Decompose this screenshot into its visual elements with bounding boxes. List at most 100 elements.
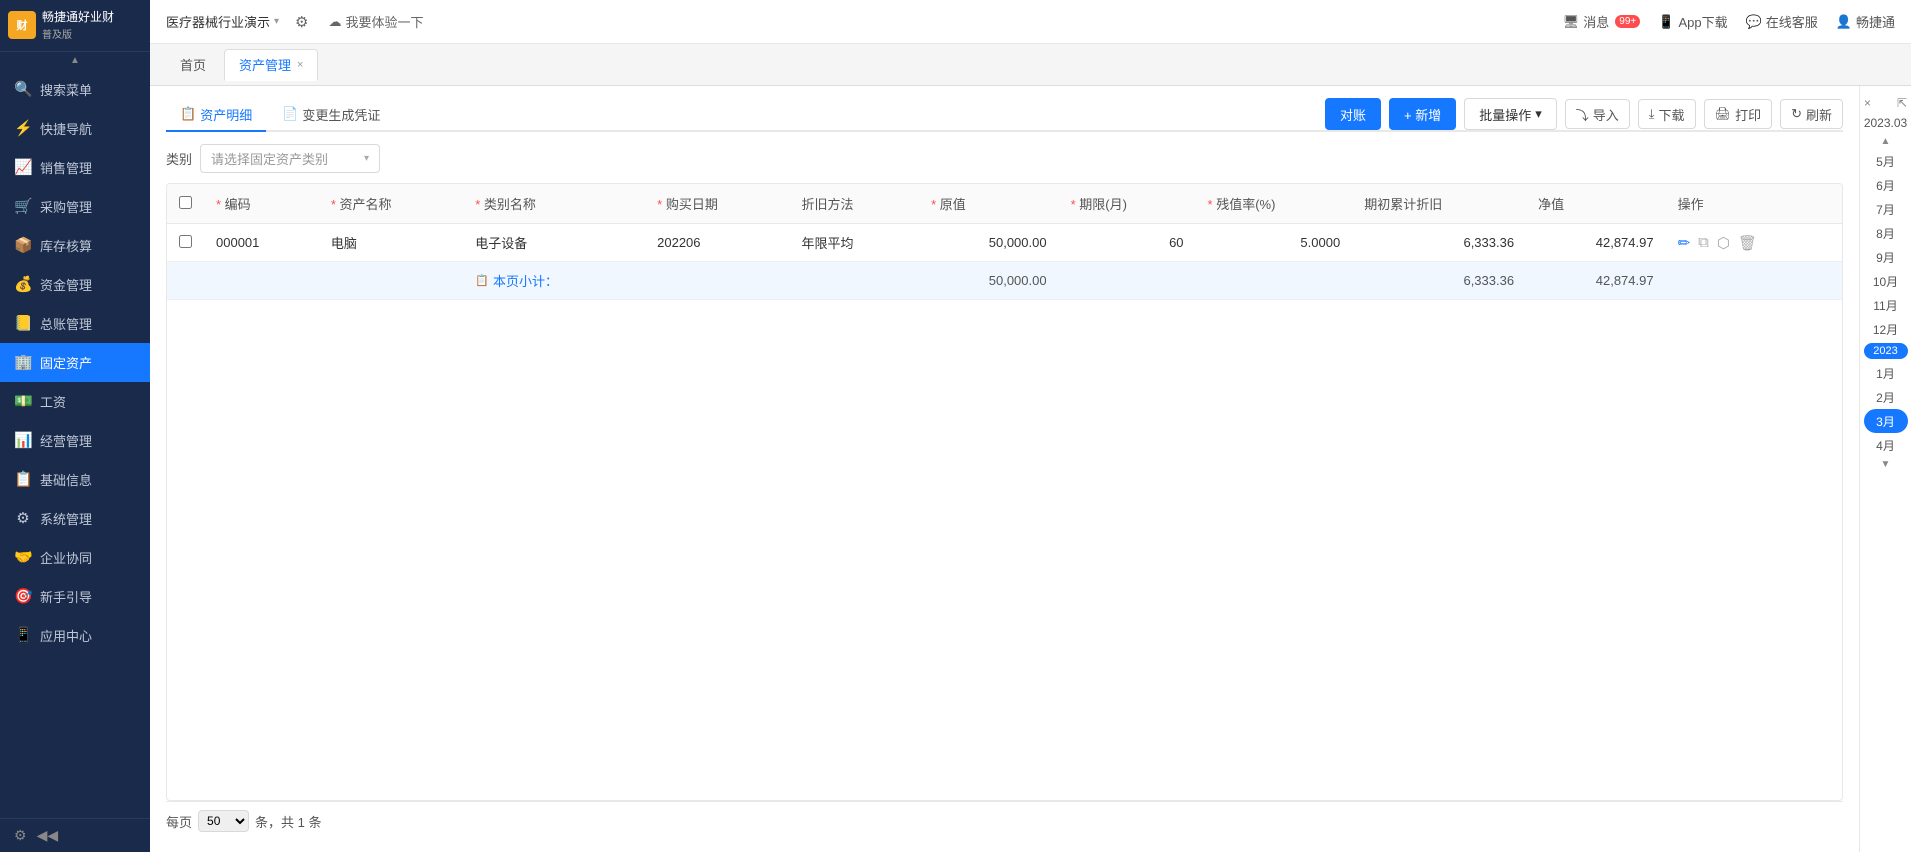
row-period: 60 — [1059, 224, 1196, 262]
experience-btn[interactable]: ☁ 我要体验一下 — [329, 12, 424, 31]
row-residual-rate: 5.0000 — [1196, 224, 1353, 262]
per-page-select[interactable]: 50 100 — [198, 810, 249, 832]
panel-expand-btn[interactable]: ⇱ — [1897, 96, 1907, 110]
sidebar-scroll-up[interactable]: ▲ — [0, 52, 150, 70]
row-name: 电脑 — [319, 224, 463, 262]
sidebar-label-ledger: 总账管理 — [40, 314, 92, 333]
edit-btn[interactable]: ✏ — [1678, 234, 1691, 252]
topbar-gear-icon[interactable]: ⚙ — [295, 13, 308, 31]
sidebar-label-inventory: 库存核算 — [40, 236, 92, 255]
sidebar-item-app-center[interactable]: 📱应用中心 — [0, 616, 150, 655]
filter-category-select[interactable]: 请选择固定资产类别 ▾ — [200, 144, 380, 173]
salary-icon: 💵 — [14, 392, 32, 410]
month-item-3月[interactable]: 3月 — [1864, 409, 1908, 433]
sidebar-item-purchase[interactable]: 🛒采购管理 — [0, 187, 150, 226]
sidebar-item-funds[interactable]: 💰资金管理 — [0, 265, 150, 304]
panel-close-btn[interactable]: × — [1864, 96, 1871, 110]
logo-icon: 财 — [8, 11, 36, 39]
refresh-label: 刷新 — [1806, 105, 1832, 124]
select-all-checkbox[interactable] — [179, 196, 192, 209]
download-btn[interactable]: ⤓ 下载 — [1638, 99, 1696, 129]
month-item-10月[interactable]: 10月 — [1864, 269, 1908, 293]
copy-btn[interactable]: ⧉ — [1698, 234, 1709, 251]
sales-icon: 📈 — [14, 158, 32, 176]
panel-scroll-down[interactable]: ▼ — [1879, 457, 1893, 472]
year-label: 2023.03 — [1858, 112, 1911, 134]
month-item-12月[interactable]: 12月 — [1864, 317, 1908, 341]
batch-arrow-icon: ▾ — [1535, 106, 1542, 122]
sidebar-item-sales[interactable]: 📈销售管理 — [0, 148, 150, 187]
search-icon: 🔍 — [14, 80, 32, 98]
tabbar: 首页 资产管理 × — [150, 44, 1911, 86]
message-btn[interactable]: 🖥 消息 99+ — [1563, 12, 1641, 31]
logo-text-group: 畅捷通好业财 普及版 — [42, 10, 114, 41]
panel-scroll-up[interactable]: ▲ — [1879, 134, 1893, 149]
row-depreciation-method: 年限平均 — [790, 224, 920, 262]
month-item-11月[interactable]: 11月 — [1864, 293, 1908, 317]
sidebar-item-fixed-assets[interactable]: 🏢固定资产 — [0, 343, 150, 382]
fixed-assets-icon: 🏢 — [14, 353, 32, 371]
message-label: 消息 — [1583, 12, 1609, 31]
sidebar-item-quick-nav[interactable]: ⚡快捷导航 — [0, 109, 150, 148]
header-checkbox-cell — [167, 184, 204, 224]
sidebar-label-search: 搜索菜单 — [40, 80, 92, 99]
sidebar-item-operations[interactable]: 📊 经营管理 — [0, 421, 150, 460]
operations-icon: 📊 — [14, 431, 32, 449]
app-download-btn[interactable]: 📱 App下载 — [1658, 12, 1727, 31]
sidebar-item-system[interactable]: ⚙系统管理 — [0, 499, 150, 538]
subtab-voucher[interactable]: 📄 变更生成凭证 — [268, 99, 394, 132]
service-btn[interactable]: 💬 在线客服 — [1746, 12, 1818, 31]
delete-btn[interactable]: 🗑 — [1738, 234, 1757, 252]
collapse-icon[interactable]: ◀◀ — [37, 827, 59, 844]
month-item-8月[interactable]: 8月 — [1864, 221, 1908, 245]
year-badge[interactable]: 2023 — [1864, 343, 1908, 359]
sidebar-item-inventory[interactable]: 📦库存核算 — [0, 226, 150, 265]
subtab-asset-detail[interactable]: 📋 资产明细 — [166, 99, 266, 132]
sidebar-item-guide[interactable]: 🎯新手引导 — [0, 577, 150, 616]
sidebar-item-ledger[interactable]: 📒总账管理 — [0, 304, 150, 343]
tab-asset[interactable]: 资产管理 × — [224, 49, 318, 81]
row-checkbox-0[interactable] — [179, 235, 192, 248]
user-btn[interactable]: 👤 畅捷通 — [1836, 12, 1895, 31]
asset-table-inner: 编码 资产名称 类别名称 购买日期 折旧方法 原值 期限(月) 残值率(%) 期… — [167, 184, 1842, 300]
subtotal-label-cell: 📋本页小计： — [463, 262, 645, 300]
month-item-7月[interactable]: 7月 — [1864, 197, 1908, 221]
month-item-4月[interactable]: 4月 — [1864, 433, 1908, 457]
month-item-5月[interactable]: 5月 — [1864, 149, 1908, 173]
sidebar-label-funds: 资金管理 — [40, 275, 92, 294]
month-item-6月[interactable]: 6月 — [1864, 173, 1908, 197]
sidebar-item-salary[interactable]: 💵工资 — [0, 382, 150, 421]
batch-btn[interactable]: 批量操作 ▾ — [1464, 98, 1557, 130]
month-item-2月[interactable]: 2月 — [1864, 385, 1908, 409]
refresh-icon: ↻ — [1791, 106, 1802, 122]
subtotal-row: 📋本页小计： 50,000.00 6,333.36 42,874.97 — [167, 262, 1842, 300]
sidebar-item-cooperation[interactable]: 🤝企业协同 — [0, 538, 150, 577]
header-residual-rate: 残值率(%) — [1196, 184, 1353, 224]
tab-asset-label: 资产管理 — [239, 55, 291, 74]
row-checkbox-cell — [167, 224, 204, 262]
company-name: 医疗器械行业演示 — [166, 12, 270, 31]
month-item-9月[interactable]: 9月 — [1864, 245, 1908, 269]
sidebar-label-operations: 经营管理 — [40, 431, 92, 450]
ledger-btn[interactable]: 对账 — [1325, 98, 1381, 130]
subtab-bar: 📋 资产明细 📄 变更生成凭证 对账 + 新增 批量操作 ▾ ⤵ — [166, 98, 1843, 132]
subtotal-label-text: 本页小计： — [493, 271, 558, 290]
new-btn[interactable]: + 新增 — [1389, 98, 1456, 130]
share-btn[interactable]: ⬡ — [1717, 234, 1730, 252]
header-purchase-date: 购买日期 — [645, 184, 789, 224]
settings-icon[interactable]: ⚙ — [14, 827, 27, 844]
cloud-icon: ☁ — [329, 14, 342, 30]
subtotal-empty6 — [1196, 262, 1353, 300]
print-btn[interactable]: 🖨 打印 — [1704, 99, 1773, 129]
month-item-1月[interactable]: 1月 — [1864, 361, 1908, 385]
sidebar-item-search[interactable]: 🔍 搜索菜单 — [0, 70, 150, 109]
sidebar-item-base-info[interactable]: 📋基础信息 — [0, 460, 150, 499]
import-btn[interactable]: ⤵ 导入 — [1565, 99, 1630, 129]
tab-close-icon[interactable]: × — [297, 59, 303, 71]
tab-home[interactable]: 首页 — [166, 49, 220, 81]
sidebar-label-cooperation: 企业协同 — [40, 548, 92, 567]
refresh-btn[interactable]: ↻ 刷新 — [1780, 99, 1843, 129]
company-selector[interactable]: 医疗器械行业演示 ▾ — [166, 12, 279, 31]
batch-label: 批量操作 — [1479, 105, 1531, 124]
pagination: 每页 50 100 条，共 1 条 — [166, 801, 1843, 840]
